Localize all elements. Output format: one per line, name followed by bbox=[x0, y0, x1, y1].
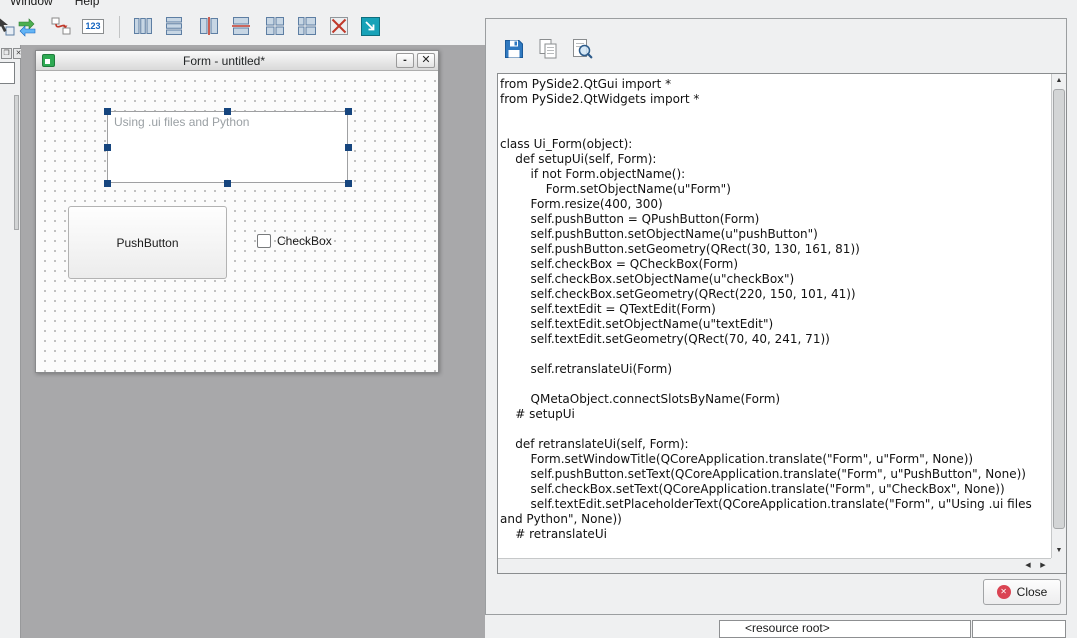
widgetbox-scrollbar[interactable] bbox=[14, 95, 19, 230]
code-dialog-toolbar bbox=[500, 35, 595, 62]
copy-icon bbox=[536, 37, 560, 61]
selection-handle-n[interactable] bbox=[224, 108, 231, 115]
selection-handle-ne[interactable] bbox=[345, 108, 352, 115]
scroll-right-arrow-icon[interactable]: ▶ bbox=[1036, 559, 1050, 573]
layout-horizontal-splitter-button[interactable] bbox=[195, 12, 223, 40]
toolbar-separator bbox=[119, 16, 120, 38]
horizontal-splitter-icon bbox=[198, 15, 220, 37]
scroll-left-arrow-icon[interactable]: ◀ bbox=[1021, 559, 1035, 573]
close-button[interactable]: ✕ Close bbox=[983, 579, 1061, 605]
save-button[interactable] bbox=[500, 35, 527, 62]
textedit-widget[interactable]: Using .ui files and Python bbox=[107, 111, 348, 183]
form-window-title: Form - untitled* bbox=[55, 54, 393, 68]
menu-window[interactable]: Window bbox=[10, 0, 53, 8]
code-preview-dialog: from PySide2.QtGui import * from PySide2… bbox=[485, 18, 1067, 615]
vertical-scroll-thumb[interactable] bbox=[1053, 89, 1065, 529]
signals-slots-icon bbox=[16, 15, 38, 37]
selection-handle-s[interactable] bbox=[224, 180, 231, 187]
scrollbar-corner bbox=[1051, 558, 1066, 573]
layout-vertical-splitter-button[interactable] bbox=[227, 12, 255, 40]
layout-grid-button[interactable] bbox=[261, 12, 289, 40]
dock-float-button[interactable]: ❐ bbox=[1, 48, 12, 59]
edit-signals-slots-button[interactable] bbox=[13, 12, 41, 40]
checkbox-label: CheckBox bbox=[277, 234, 332, 248]
buddy-editor-icon bbox=[50, 15, 72, 37]
adjust-size-button[interactable] bbox=[356, 12, 384, 40]
pushbutton-label: PushButton bbox=[116, 236, 178, 250]
save-icon bbox=[502, 37, 526, 61]
layout-vertical-icon bbox=[163, 15, 185, 37]
copy-button[interactable] bbox=[534, 35, 561, 62]
scroll-up-arrow-icon[interactable]: ▲ bbox=[1052, 74, 1066, 88]
layout-horizontally-button[interactable] bbox=[129, 12, 157, 40]
layout-vertically-button[interactable] bbox=[160, 12, 188, 40]
menu-help[interactable]: Help bbox=[75, 0, 100, 8]
form-editor-window: Form - untitled* - ✕ Using .ui files and… bbox=[35, 50, 439, 373]
break-layout-icon bbox=[328, 15, 350, 37]
designer-form-icon bbox=[42, 54, 55, 67]
selection-handle-sw[interactable] bbox=[104, 180, 111, 187]
checkbox-box-icon bbox=[257, 234, 271, 248]
pushbutton-widget[interactable]: PushButton bbox=[68, 206, 227, 279]
form-canvas[interactable]: Using .ui files and Python PushButton Ch… bbox=[36, 72, 438, 372]
resource-browser-panel: <resource root> bbox=[719, 620, 971, 638]
adjust-size-icon bbox=[358, 14, 382, 38]
form-layout-icon bbox=[296, 15, 318, 37]
grid-layout-icon bbox=[264, 15, 286, 37]
checkbox-widget[interactable]: CheckBox bbox=[257, 234, 332, 248]
widgetbox-filter-input[interactable] bbox=[0, 62, 15, 84]
find-icon bbox=[570, 37, 594, 61]
code-viewer[interactable]: from PySide2.QtGui import * from PySide2… bbox=[497, 73, 1067, 574]
generated-code-text: from PySide2.QtGui import * from PySide2… bbox=[500, 77, 1049, 557]
textedit-placeholder: Using .ui files and Python bbox=[114, 115, 249, 129]
layout-horizontal-icon bbox=[132, 15, 154, 37]
tab-order-icon: 123 bbox=[82, 19, 103, 34]
dialog-close-icon: ✕ bbox=[997, 585, 1011, 599]
find-button[interactable] bbox=[568, 35, 595, 62]
scroll-down-arrow-icon[interactable]: ▼ bbox=[1052, 544, 1066, 558]
resource-root-item[interactable]: <resource root> bbox=[720, 621, 970, 636]
resource-browser-side-panel bbox=[972, 620, 1066, 638]
selection-handle-e[interactable] bbox=[345, 144, 352, 151]
minimize-button[interactable]: - bbox=[396, 53, 414, 68]
layout-form-button[interactable] bbox=[293, 12, 321, 40]
edit-tab-order-button[interactable]: 123 bbox=[79, 12, 107, 40]
close-button-label: Close bbox=[1017, 585, 1048, 599]
edit-buddies-button[interactable] bbox=[47, 12, 75, 40]
code-vertical-scrollbar[interactable]: ▲ ▼ bbox=[1051, 74, 1066, 558]
break-layout-button[interactable] bbox=[325, 12, 353, 40]
vertical-splitter-icon bbox=[230, 15, 252, 37]
menubar: Window Help bbox=[0, 0, 1077, 8]
form-window-titlebar[interactable]: Form - untitled* - ✕ bbox=[36, 51, 438, 71]
close-window-button[interactable]: ✕ bbox=[417, 53, 435, 68]
selection-handle-se[interactable] bbox=[345, 180, 352, 187]
selection-handle-nw[interactable] bbox=[104, 108, 111, 115]
selection-handle-w[interactable] bbox=[104, 144, 111, 151]
code-horizontal-scrollbar[interactable]: ◀ ▶ bbox=[498, 558, 1051, 573]
